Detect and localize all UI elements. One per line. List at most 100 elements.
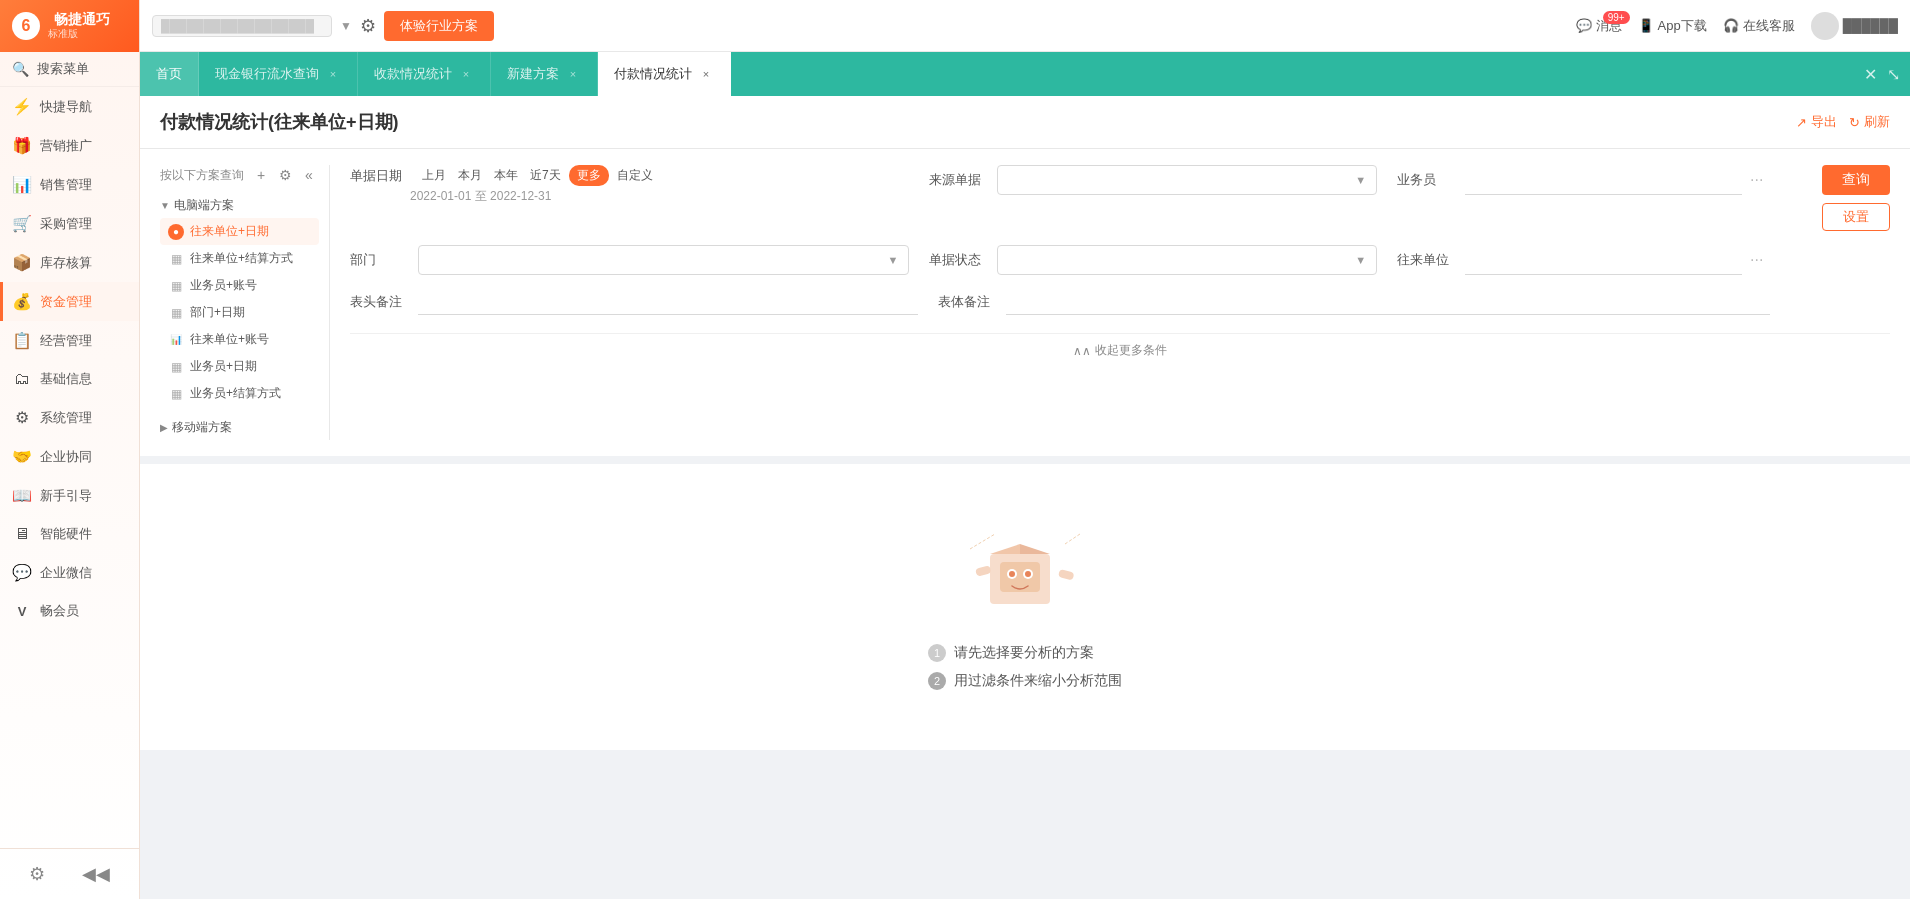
sidebar-item-coop[interactable]: 🤝 企业协同: [0, 437, 139, 476]
tab-payment-stat[interactable]: 付款情况统计 ×: [598, 52, 731, 96]
hint-2-num: 2: [928, 672, 946, 690]
export-button[interactable]: ↗ 导出: [1796, 113, 1837, 131]
sidebar-item-marketing[interactable]: 🎁 营销推广: [0, 126, 139, 165]
tab-new-scheme-close-icon[interactable]: ×: [565, 66, 581, 82]
page-actions: ↗ 导出 ↻ 刷新: [1796, 113, 1890, 131]
source-bill-select[interactable]: ▼: [997, 165, 1377, 195]
svg-line-8: [970, 534, 995, 549]
mobile-group-header[interactable]: ▶ 移动端方案: [160, 415, 319, 440]
tab-home[interactable]: 首页: [140, 52, 199, 96]
collapse-more-button[interactable]: ∧∧ 收起更多条件: [1073, 342, 1167, 359]
sidebar-item-hardware[interactable]: 🖥 智能硬件: [0, 515, 139, 553]
scheme-settings-button[interactable]: ⚙: [275, 165, 295, 185]
sidebar-item-operations[interactable]: 📋 经营管理: [0, 321, 139, 360]
sidebar-item-guide[interactable]: 📖 新手引导: [0, 476, 139, 515]
staff-dots[interactable]: ···: [1750, 171, 1770, 189]
empty-illustration: [965, 524, 1085, 624]
refresh-button[interactable]: ↻ 刷新: [1849, 113, 1890, 131]
tab-receipts-stat[interactable]: 收款情况统计 ×: [358, 52, 491, 96]
user-profile[interactable]: ██████: [1811, 12, 1898, 40]
sidebar-settings-button[interactable]: ⚙: [25, 859, 49, 889]
quick-nav-icon: ⚡: [12, 97, 32, 116]
scheme-item-3[interactable]: ▦ 部门+日期: [160, 299, 319, 326]
inventory-icon: 📦: [12, 253, 32, 272]
tab-receipts-stat-close-icon[interactable]: ×: [458, 66, 474, 82]
sidebar-collapse-button[interactable]: ◀◀: [78, 859, 114, 889]
scheme-item-5[interactable]: ▦ 业务员+日期: [160, 353, 319, 380]
tab-bank-flow-close-icon[interactable]: ×: [325, 66, 341, 82]
scheme-item-6[interactable]: ▦ 业务员+结算方式: [160, 380, 319, 407]
tab-home-label: 首页: [156, 65, 182, 83]
date-btn-this-month[interactable]: 本月: [454, 165, 486, 186]
scheme-add-button[interactable]: +: [251, 165, 271, 185]
sidebar-item-purchase[interactable]: 🛒 采购管理: [0, 204, 139, 243]
dept-select[interactable]: ▼: [418, 245, 909, 275]
address-dropdown-icon[interactable]: ▼: [340, 19, 352, 33]
header-remark-input[interactable]: [418, 289, 918, 315]
tab-bank-flow[interactable]: 现金银行流水查询 ×: [199, 52, 358, 96]
counterparty-dots[interactable]: ···: [1750, 251, 1770, 269]
scheme-item-4[interactable]: 📊 往来单位+账号: [160, 326, 319, 353]
source-bill-arrow-icon: ▼: [1355, 174, 1366, 186]
date-btn-custom[interactable]: 自定义: [613, 165, 657, 186]
settings-gear-icon[interactable]: ⚙: [360, 15, 376, 37]
desktop-group-header[interactable]: ▼ 电脑端方案: [160, 193, 319, 218]
guide-icon: 📖: [12, 486, 32, 505]
address-bar[interactable]: ██████████████████: [152, 15, 332, 37]
date-btn-this-year[interactable]: 本年: [490, 165, 522, 186]
trial-scheme-button[interactable]: 体验行业方案: [384, 11, 494, 41]
expand-button[interactable]: ⤡: [1887, 65, 1900, 84]
sidebar-item-label: 新手引导: [40, 487, 92, 505]
mobile-group-arrow: ▶: [160, 422, 168, 433]
online-service-button[interactable]: 🎧 在线客服: [1723, 17, 1795, 35]
filter-field-counterparty: 往来单位 ···: [1397, 245, 1770, 275]
tab-bank-flow-label: 现金银行流水查询: [215, 65, 319, 83]
sidebar-item-label: 经营管理: [40, 332, 92, 350]
svg-rect-6: [975, 565, 992, 577]
scheme-collapse-button[interactable]: «: [299, 165, 319, 185]
app-download-button[interactable]: 📱 App下载: [1638, 17, 1707, 35]
tab-payment-stat-label: 付款情况统计: [614, 65, 692, 83]
scheme-item-0[interactable]: ● 往来单位+日期: [160, 218, 319, 245]
online-service-label: 在线客服: [1743, 17, 1795, 35]
filter-field-staff: 业务员 ···: [1397, 165, 1770, 195]
query-button[interactable]: 查询: [1822, 165, 1890, 195]
staff-label: 业务员: [1397, 171, 1457, 189]
scheme-item-2[interactable]: ▦ 业务员+账号: [160, 272, 319, 299]
sidebar-item-weixin[interactable]: 💬 企业微信: [0, 553, 139, 592]
scheme-sidebar-header: 按以下方案查询 + ⚙ «: [160, 165, 319, 185]
filter-right: 单据日期 上月 本月 本年 近7天 更多 自定义 2022: [330, 165, 1890, 440]
sidebar-item-finance[interactable]: 💰 资金管理: [0, 282, 139, 321]
tab-payment-stat-close-icon[interactable]: ×: [698, 66, 714, 82]
header-remark-label: 表头备注: [350, 293, 410, 311]
filter-row-1: 单据日期 上月 本月 本年 近7天 更多 自定义 2022: [350, 165, 1890, 231]
scheme-item-3-label: 部门+日期: [190, 304, 245, 321]
sidebar-item-label: 系统管理: [40, 409, 92, 427]
filter-settings-button[interactable]: 设置: [1822, 203, 1890, 231]
empty-hint-2: 2 用过滤条件来缩小分析范围: [928, 672, 1122, 690]
scheme-sidebar-actions: + ⚙ «: [251, 165, 319, 185]
operations-icon: 📋: [12, 331, 32, 350]
export-icon: ↗: [1796, 115, 1807, 130]
date-btn-last-month[interactable]: 上月: [418, 165, 450, 186]
bill-status-select[interactable]: ▼: [997, 245, 1377, 275]
tab-new-scheme[interactable]: 新建方案 ×: [491, 52, 598, 96]
messages-button[interactable]: 💬 消息 99+: [1576, 17, 1622, 35]
sidebar-item-inventory[interactable]: 📦 库存核算: [0, 243, 139, 282]
body-remark-input[interactable]: [1006, 289, 1770, 315]
topbar-address-area: ██████████████████ ▼ ⚙ 体验行业方案: [152, 11, 1566, 41]
search-menu[interactable]: 🔍 搜索菜单: [0, 52, 139, 87]
sidebar-item-member[interactable]: V 畅会员: [0, 592, 139, 630]
date-btn-last-7days[interactable]: 近7天: [526, 165, 565, 186]
logo-subtitle: 标准版: [48, 27, 110, 41]
svg-line-9: [1065, 534, 1080, 544]
sidebar-item-system[interactable]: ⚙ 系统管理: [0, 398, 139, 437]
sidebar-item-basic-info[interactable]: 🗂 基础信息: [0, 360, 139, 398]
sidebar-item-quick-nav[interactable]: ⚡ 快捷导航: [0, 87, 139, 126]
online-service-icon: 🎧: [1723, 18, 1739, 33]
sidebar-item-sales[interactable]: 📊 销售管理: [0, 165, 139, 204]
close-all-tabs-button[interactable]: ✕: [1864, 65, 1877, 84]
member-icon: V: [12, 604, 32, 619]
scheme-item-1[interactable]: ▦ 往来单位+结算方式: [160, 245, 319, 272]
date-btn-more[interactable]: 更多: [569, 165, 609, 186]
